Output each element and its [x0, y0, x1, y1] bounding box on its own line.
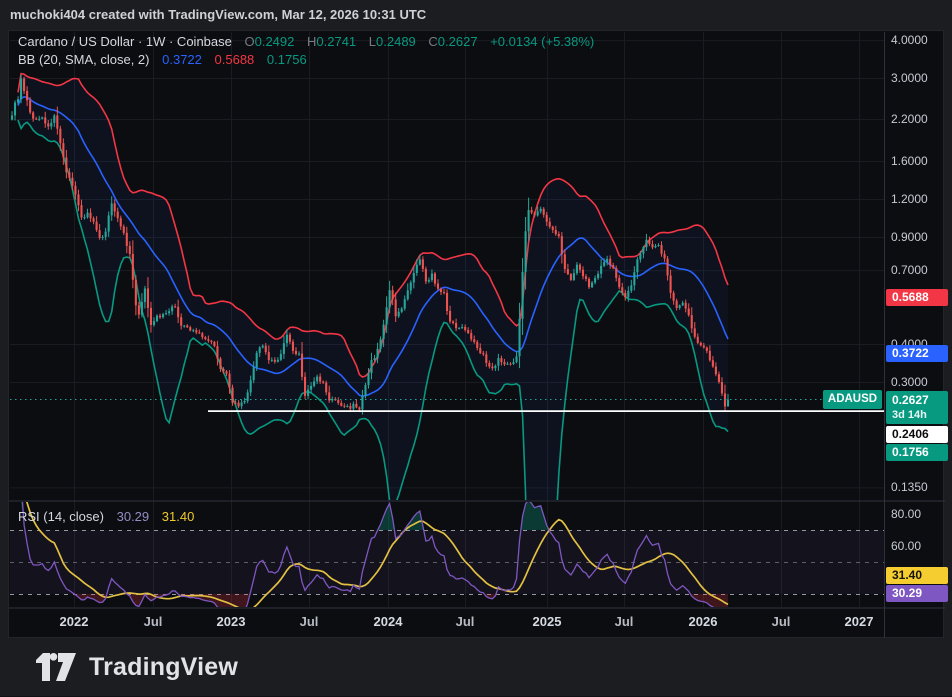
low-label: L: [368, 34, 377, 49]
close-value: 0.2627: [437, 34, 478, 49]
low-value: 0.2489: [376, 34, 416, 49]
close-label: C: [428, 34, 438, 49]
rsi-legend: RSI (14, close) 30.29 31.40: [18, 509, 194, 524]
rsi-label[interactable]: RSI (14, close): [18, 509, 104, 524]
open-value: 0.2492: [254, 34, 295, 49]
symbol-title[interactable]: Cardano / US Dollar · 1W · Coinbase: [18, 34, 232, 49]
time-axis[interactable]: [10, 608, 884, 638]
price-axis[interactable]: [885, 32, 945, 607]
symbol-price-label: ADAUSD: [823, 390, 882, 410]
rsi-ma-value: 31.40: [161, 509, 195, 524]
tradingview-logo[interactable]: TradingView: [36, 652, 238, 682]
symbol-legend: Cardano / US Dollar · 1W · Coinbase O0.2…: [18, 34, 594, 49]
bb-upper-value: 0.5688: [214, 52, 255, 67]
change-value: +0.0134 (+5.38%): [490, 34, 595, 49]
chart-container[interactable]: Cardano / US Dollar · 1W · Coinbase O0.2…: [8, 30, 948, 638]
bb-legend: BB (20, SMA, close, 2) 0.3722 0.5688 0.1…: [18, 52, 307, 67]
bb-lower-value: 0.1756: [266, 52, 307, 67]
high-value: 0.2741: [316, 34, 357, 49]
chart-overlays: Cardano / US Dollar · 1W · Coinbase O0.2…: [1, 1, 952, 697]
bb-basis-value: 0.3722: [162, 52, 202, 67]
tradingview-snapshot: muchoki404 created with TradingView.com,…: [0, 0, 952, 696]
bb-label[interactable]: BB (20, SMA, close, 2): [18, 52, 150, 67]
tradingview-logo-text: TradingView: [89, 652, 239, 681]
open-label: O: [244, 34, 255, 49]
rsi-value: 30.29: [116, 509, 150, 524]
footer-bar: TradingView: [0, 638, 952, 696]
high-label: H: [307, 34, 317, 49]
tradingview-logo-icon: [36, 653, 76, 681]
